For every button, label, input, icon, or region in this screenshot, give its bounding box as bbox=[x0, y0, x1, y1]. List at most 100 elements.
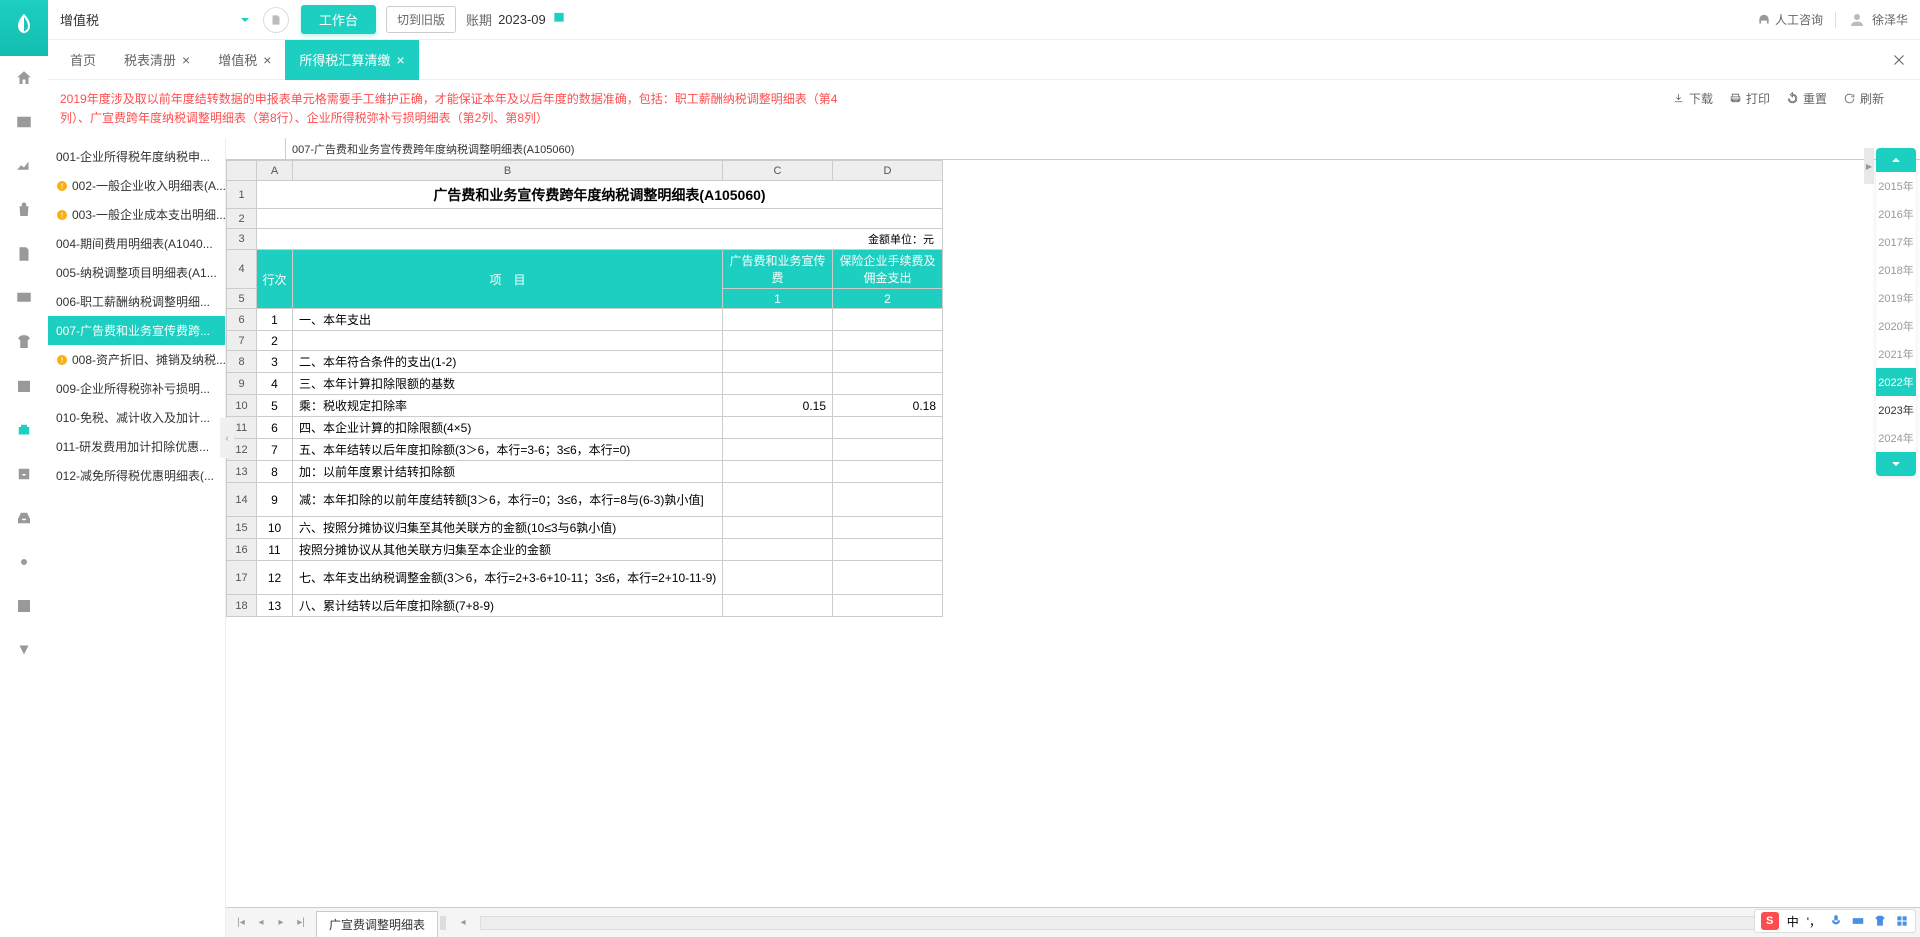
sheet-scroll-area[interactable]: ABCD1广告费和业务宣传费跨年度纳税调整明细表(A105060)23金额单位：… bbox=[226, 160, 1920, 907]
row-head-8[interactable]: 8 bbox=[227, 351, 257, 373]
tab-close-icon[interactable]: × bbox=[182, 52, 190, 68]
nav-settings-icon[interactable] bbox=[14, 552, 34, 572]
row-head-1[interactable]: 1 bbox=[227, 181, 257, 209]
col-head-D[interactable]: D bbox=[833, 161, 943, 181]
cell-d-4[interactable] bbox=[833, 373, 943, 395]
cell-reference[interactable] bbox=[226, 138, 286, 159]
cell-c-9[interactable] bbox=[723, 483, 833, 517]
tab-1[interactable]: 税表清册× bbox=[110, 40, 204, 80]
formula-input[interactable] bbox=[286, 138, 1920, 159]
col-head-C[interactable]: C bbox=[723, 161, 833, 181]
tree-item-11[interactable]: 012-减免所得税优惠明细表(... bbox=[48, 461, 225, 490]
nav-v-icon[interactable] bbox=[14, 640, 34, 660]
cell-d-2[interactable] bbox=[833, 331, 943, 351]
ime-mic-icon[interactable] bbox=[1829, 914, 1843, 928]
cell-d-12[interactable] bbox=[833, 561, 943, 595]
year-rail-expand[interactable]: ▶ bbox=[1864, 148, 1874, 184]
tab-close-icon[interactable]: × bbox=[396, 52, 404, 68]
download-button[interactable]: 下载 bbox=[1672, 90, 1713, 107]
ime-tools-icon[interactable] bbox=[1895, 914, 1909, 928]
ime-skin-icon[interactable] bbox=[1873, 914, 1887, 928]
tree-item-6[interactable]: 007-广告费和业务宣传费跨... bbox=[48, 316, 225, 345]
row-head-18[interactable]: 18 bbox=[227, 595, 257, 617]
year-2017年[interactable]: 2017年 bbox=[1876, 228, 1916, 256]
tree-item-9[interactable]: 010-免税、减计收入及加计... bbox=[48, 403, 225, 432]
user-menu[interactable]: 徐泽华 bbox=[1848, 11, 1908, 29]
sheet-nav-last[interactable]: ▸| bbox=[292, 914, 310, 932]
tree-item-1[interactable]: 002-一般企业收入明细表(A... bbox=[48, 171, 225, 200]
cell-c-11[interactable] bbox=[723, 539, 833, 561]
cell-d-11[interactable] bbox=[833, 539, 943, 561]
year-2023年[interactable]: 2023年 bbox=[1876, 396, 1916, 424]
row-head-10[interactable]: 10 bbox=[227, 395, 257, 417]
close-all-tabs[interactable] bbox=[1890, 51, 1908, 69]
year-2021年[interactable]: 2021年 bbox=[1876, 340, 1916, 368]
row-head-17[interactable]: 17 bbox=[227, 561, 257, 595]
year-scroll-down[interactable] bbox=[1876, 452, 1916, 476]
year-2016年[interactable]: 2016年 bbox=[1876, 200, 1916, 228]
nav-card-icon[interactable] bbox=[14, 112, 34, 132]
cell-d-3[interactable] bbox=[833, 351, 943, 373]
sheet-nav-first[interactable]: |◂ bbox=[232, 914, 250, 932]
tree-item-0[interactable]: 001-企业所得税年度纳税申... bbox=[48, 142, 225, 171]
tree-collapse-handle[interactable]: ‹ bbox=[220, 418, 234, 458]
reset-button[interactable]: 重置 bbox=[1786, 90, 1827, 107]
cell-c-2[interactable] bbox=[723, 331, 833, 351]
tax-type-dropdown[interactable]: 增值税 bbox=[60, 10, 251, 29]
tree-item-10[interactable]: 011-研发费用加计扣除优惠... bbox=[48, 432, 225, 461]
tree-item-7[interactable]: 008-资产折旧、摊销及纳税... bbox=[48, 345, 225, 374]
year-2020年[interactable]: 2020年 bbox=[1876, 312, 1916, 340]
row-head-9[interactable]: 9 bbox=[227, 373, 257, 395]
year-scroll-up[interactable] bbox=[1876, 148, 1916, 172]
tab-0[interactable]: 首页 bbox=[56, 40, 110, 80]
nav-bag-icon[interactable] bbox=[14, 200, 34, 220]
refresh-button[interactable]: 刷新 bbox=[1843, 90, 1884, 107]
sheet-h-scrollbar[interactable] bbox=[480, 916, 1894, 930]
col-head-B[interactable]: B bbox=[293, 161, 723, 181]
cell-d-7[interactable] bbox=[833, 439, 943, 461]
old-version-button[interactable]: 切到旧版 bbox=[386, 6, 456, 33]
year-2018年[interactable]: 2018年 bbox=[1876, 256, 1916, 284]
tree-item-3[interactable]: 004-期间费用明细表(A1040... bbox=[48, 229, 225, 258]
cell-c-7[interactable] bbox=[723, 439, 833, 461]
cell-c-1[interactable] bbox=[723, 309, 833, 331]
workspace-button[interactable]: 工作台 bbox=[301, 5, 376, 34]
tree-item-5[interactable]: 006-职工薪酬纳税调整明细... bbox=[48, 287, 225, 316]
cell-c-13[interactable] bbox=[723, 595, 833, 617]
ime-logo[interactable]: S bbox=[1761, 912, 1779, 930]
cell-c-4[interactable] bbox=[723, 373, 833, 395]
doc-toggle-button[interactable] bbox=[263, 7, 289, 33]
nav-tax-icon[interactable] bbox=[14, 420, 34, 440]
ime-mode[interactable]: 中 bbox=[1787, 913, 1799, 930]
row-head-4[interactable]: 4 bbox=[227, 250, 257, 289]
year-2015年[interactable]: 2015年 bbox=[1876, 172, 1916, 200]
col-head-A[interactable]: A bbox=[257, 161, 293, 181]
cell-d-1[interactable] bbox=[833, 309, 943, 331]
tree-item-4[interactable]: 005-纳税调整项目明细表(A1... bbox=[48, 258, 225, 287]
sheet-scroll-left[interactable]: ◂ bbox=[454, 914, 472, 932]
nav-screen-icon[interactable] bbox=[14, 288, 34, 308]
tree-item-8[interactable]: 009-企业所得税弥补亏损明... bbox=[48, 374, 225, 403]
tab-close-icon[interactable]: × bbox=[263, 52, 271, 68]
row-head-7[interactable]: 7 bbox=[227, 331, 257, 351]
print-button[interactable]: 打印 bbox=[1729, 90, 1770, 107]
cell-d-5[interactable]: 0.18 bbox=[833, 395, 943, 417]
row-head-2[interactable]: 2 bbox=[227, 209, 257, 229]
nav-shirt-icon[interactable] bbox=[14, 332, 34, 352]
row-head-3[interactable]: 3 bbox=[227, 229, 257, 250]
row-head-6[interactable]: 6 bbox=[227, 309, 257, 331]
year-2019年[interactable]: 2019年 bbox=[1876, 284, 1916, 312]
cell-d-8[interactable] bbox=[833, 461, 943, 483]
row-head-16[interactable]: 16 bbox=[227, 539, 257, 561]
tab-3[interactable]: 所得税汇算清缴× bbox=[285, 40, 418, 80]
tree-item-2[interactable]: 003-一般企业成本支出明细... bbox=[48, 200, 225, 229]
help-link[interactable]: 人工咨询 bbox=[1757, 11, 1823, 28]
cell-c-6[interactable] bbox=[723, 417, 833, 439]
cell-c-12[interactable] bbox=[723, 561, 833, 595]
year-2022年[interactable]: 2022年 bbox=[1876, 368, 1916, 396]
tab-2[interactable]: 增值税× bbox=[204, 40, 285, 80]
cell-d-9[interactable] bbox=[833, 483, 943, 517]
nav-home-icon[interactable] bbox=[14, 68, 34, 88]
cell-d-6[interactable] bbox=[833, 417, 943, 439]
nav-calendar-icon[interactable] bbox=[14, 376, 34, 396]
